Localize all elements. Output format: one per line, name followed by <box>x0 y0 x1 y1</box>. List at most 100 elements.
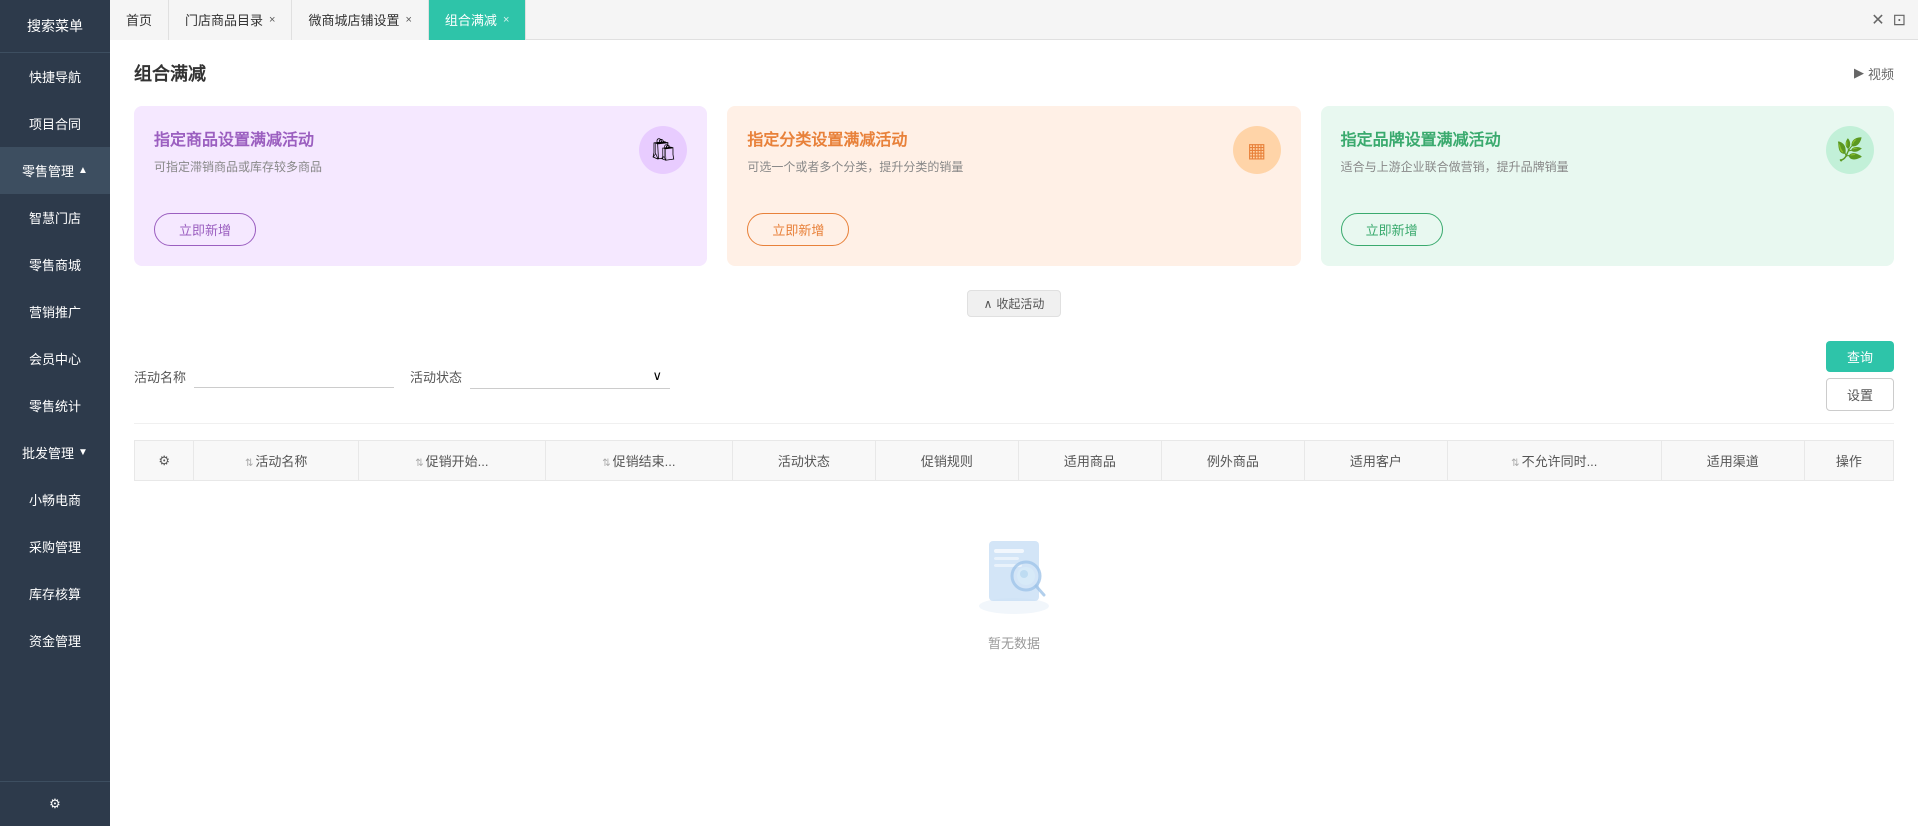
tab-wechat[interactable]: 微商城店铺设置 × <box>292 0 428 40</box>
col-rule: 促销规则 <box>875 441 1018 481</box>
tab-product[interactable]: 门店商品目录 × <box>169 0 292 40</box>
sidebar-item-xiaochang[interactable]: 小畅电商 <box>0 476 110 523</box>
sidebar-item-xiangmu[interactable]: 项目合同 <box>0 100 110 147</box>
category-add-button[interactable]: 立即新增 <box>747 213 849 246</box>
chevron-down-icon: ▼ <box>78 447 88 458</box>
video-label: 视频 <box>1868 64 1894 83</box>
col-customer: 适用客户 <box>1304 441 1447 481</box>
collapse-label: 收起活动 <box>996 295 1044 312</box>
category-card: ▦ 指定分类设置满减活动 可选一个或者多个分类，提升分类的销量 立即新增 <box>727 106 1300 266</box>
col-exception: 例外商品 <box>1161 441 1304 481</box>
sidebar-item-kucun[interactable]: 库存核算 <box>0 570 110 617</box>
tab-close-icon[interactable]: × <box>405 14 411 26</box>
page-content: 组合满减 ▶ 视频 🛍 指定商品设置满减活动 可指定滞销商品或库存较多商品 立即… <box>110 40 1918 826</box>
sidebar: 搜索菜单 快捷导航 项目合同 零售管理 ▲ 智慧门店 零售商城 营销推广 会员中… <box>0 0 110 826</box>
col-goods: 适用商品 <box>1018 441 1161 481</box>
product-card: 🛍 指定商品设置满减活动 可指定滞销商品或库存较多商品 立即新增 <box>134 106 707 266</box>
sidebar-item-pifa[interactable]: 批发管理 ▼ <box>0 429 110 476</box>
sidebar-item-label: 营销推广 <box>29 302 81 321</box>
col-end[interactable]: ⇅促销结束... <box>545 441 732 481</box>
tab-actions: ✕ ⊡ <box>1871 10 1918 30</box>
card-title: 指定商品设置满减活动 <box>154 126 687 150</box>
activity-status-label: 活动状态 <box>410 367 462 386</box>
tab-label: 门店商品目录 <box>185 10 263 29</box>
sidebar-item-caigou[interactable]: 采购管理 <box>0 523 110 570</box>
activity-name-label: 活动名称 <box>134 367 186 386</box>
sidebar-item-lingshou[interactable]: 零售管理 ▲ <box>0 147 110 194</box>
empty-state: 暂无数据 <box>134 481 1894 692</box>
card-icon: 🌿 <box>1826 126 1874 174</box>
settings-button[interactable]: 设置 <box>1826 378 1894 411</box>
table-container: ⚙ ⇅活动名称 ⇅促销开始... ⇅促销结束... 活动状态 促销规则 适用商品… <box>134 440 1894 692</box>
brand-add-button[interactable]: 立即新增 <box>1341 213 1443 246</box>
card-desc: 可指定滞销商品或库存较多商品 <box>154 158 687 177</box>
play-circle-icon: ▶ <box>1854 65 1864 81</box>
tab-close-icon[interactable]: × <box>503 14 509 26</box>
activity-name-input[interactable] <box>194 364 394 388</box>
sidebar-item-kuaijie[interactable]: 快捷导航 <box>0 53 110 100</box>
activity-table: ⚙ ⇅活动名称 ⇅促销开始... ⇅促销结束... 活动状态 促销规则 适用商品… <box>134 440 1894 481</box>
window-close-button[interactable]: ✕ <box>1871 10 1884 30</box>
sidebar-item-zijin[interactable]: 资金管理 <box>0 617 110 664</box>
card-desc: 可选一个或者多个分类，提升分类的销量 <box>747 158 1280 177</box>
brand-card: 🌿 指定品牌设置满减活动 适合与上游企业联合做营销，提升品牌销量 立即新增 <box>1321 106 1894 266</box>
query-button[interactable]: 查询 <box>1826 341 1894 372</box>
sidebar-item-label: 资金管理 <box>29 631 81 650</box>
tab-home[interactable]: 首页 <box>110 0 169 40</box>
sidebar-item-shangcheng[interactable]: 零售商城 <box>0 241 110 288</box>
product-add-button[interactable]: 立即新增 <box>154 213 256 246</box>
activity-status-select[interactable]: ∨ <box>470 364 670 389</box>
empty-text: 暂无数据 <box>988 633 1040 652</box>
page-header: 组合满减 ▶ 视频 <box>134 60 1894 86</box>
main-content: 首页 门店商品目录 × 微商城店铺设置 × 组合满减 × ✕ ⊡ 组合满减 ▶ … <box>110 0 1918 826</box>
activity-name-field: 活动名称 <box>134 364 394 388</box>
col-start[interactable]: ⇅促销开始... <box>358 441 545 481</box>
card-title: 指定品牌设置满减活动 <box>1341 126 1874 150</box>
sidebar-item-label: 小畅电商 <box>29 490 81 509</box>
tab-label: 微商城店铺设置 <box>308 10 399 29</box>
tab-label: 组合满减 <box>445 10 497 29</box>
empty-illustration <box>964 521 1064 621</box>
activity-status-field: 活动状态 ∨ <box>410 364 670 389</box>
card-desc: 适合与上游企业联合做营销，提升品牌销量 <box>1341 158 1874 177</box>
sidebar-item-zhihui[interactable]: 智慧门店 <box>0 194 110 241</box>
tab-bar: 首页 门店商品目录 × 微商城店铺设置 × 组合满减 × ✕ ⊡ <box>110 0 1918 40</box>
sidebar-item-label: 零售统计 <box>29 396 81 415</box>
sidebar-item-label: 项目合同 <box>29 114 81 133</box>
tab-label: 首页 <box>126 10 152 29</box>
page-title: 组合满减 <box>134 60 206 86</box>
col-exclusive[interactable]: ⇅不允许同时... <box>1447 441 1661 481</box>
collapse-button[interactable]: ∧ 收起活动 <box>967 290 1062 317</box>
sidebar-settings-btn[interactable]: ⚙ <box>0 781 110 826</box>
sidebar-item-label: 会员中心 <box>29 349 81 368</box>
video-link[interactable]: ▶ 视频 <box>1854 64 1894 83</box>
tab-close-icon[interactable]: × <box>269 14 275 26</box>
collapse-icon: ∧ <box>984 297 993 311</box>
sidebar-item-yingxiao[interactable]: 营销推广 <box>0 288 110 335</box>
gear-icon: ⚙ <box>49 796 61 811</box>
cards-row: 🛍 指定商品设置满减活动 可指定滞销商品或库存较多商品 立即新增 ▦ 指定分类设… <box>134 106 1894 266</box>
sidebar-item-label: 批发管理 <box>22 443 74 462</box>
sidebar-search[interactable]: 搜索菜单 <box>0 0 110 53</box>
chevron-up-icon: ▲ <box>78 165 88 176</box>
window-maximize-button[interactable]: ⊡ <box>1893 10 1906 30</box>
sidebar-item-label: 零售管理 <box>22 161 74 180</box>
collapse-bar: ∧ 收起活动 <box>134 282 1894 325</box>
col-action: 操作 <box>1804 441 1893 481</box>
search-bar: 活动名称 活动状态 ∨ 查询 设置 <box>134 341 1894 424</box>
sidebar-item-label: 智慧门店 <box>29 208 81 227</box>
sidebar-item-label: 快捷导航 <box>29 67 81 86</box>
col-name[interactable]: ⇅活动名称 <box>194 441 359 481</box>
card-icon: ▦ <box>1233 126 1281 174</box>
sidebar-item-tongji[interactable]: 零售统计 <box>0 382 110 429</box>
search-actions: 查询 设置 <box>1826 341 1894 411</box>
col-channel: 适用渠道 <box>1661 441 1804 481</box>
col-status: 活动状态 <box>732 441 875 481</box>
tab-combo[interactable]: 组合满减 × <box>429 0 526 40</box>
table-header-row: ⚙ ⇅活动名称 ⇅促销开始... ⇅促销结束... 活动状态 促销规则 适用商品… <box>135 441 1894 481</box>
sidebar-item-huiyuan[interactable]: 会员中心 <box>0 335 110 382</box>
col-settings[interactable]: ⚙ <box>135 441 194 481</box>
sidebar-item-label: 零售商城 <box>29 255 81 274</box>
sidebar-item-label: 采购管理 <box>29 537 81 556</box>
card-icon: 🛍 <box>639 126 687 174</box>
